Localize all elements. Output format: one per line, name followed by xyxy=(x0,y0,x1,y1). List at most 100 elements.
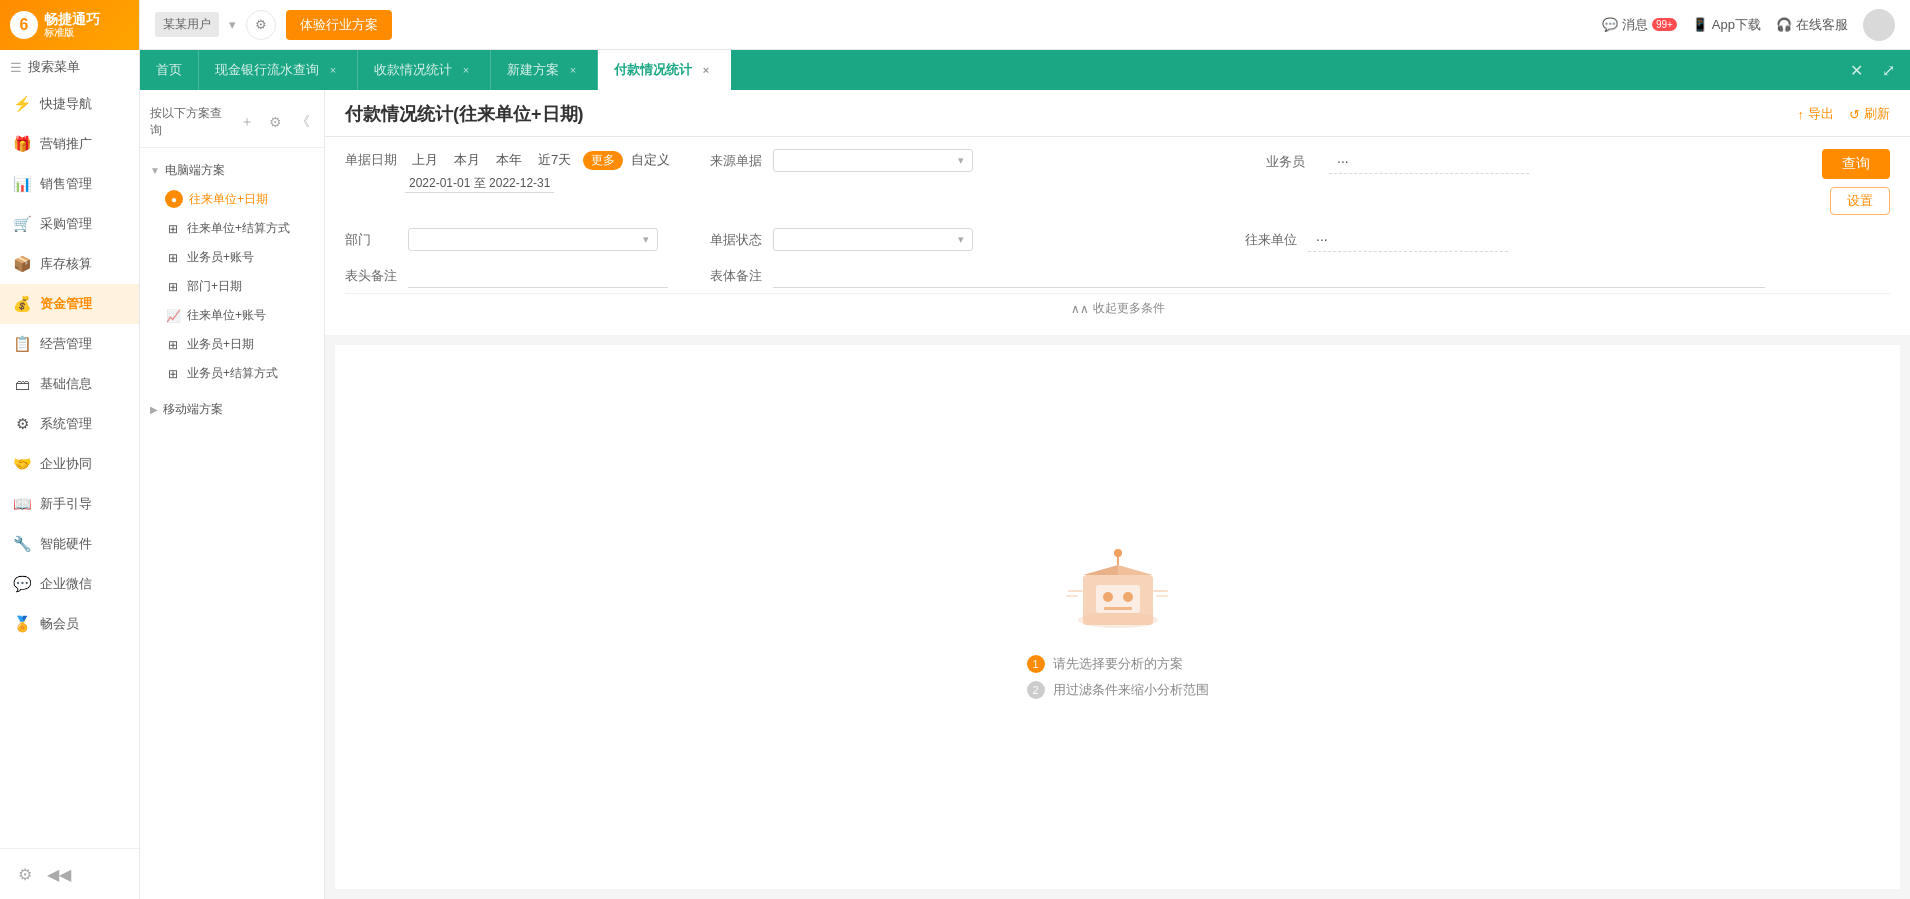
head-note-label: 表头备注 xyxy=(345,267,400,285)
scheme-item-staff-settle[interactable]: ⊞ 业务员+结算方式 xyxy=(140,359,324,388)
tab-bank[interactable]: 现金银行流水查询 × xyxy=(199,50,358,90)
page-title-actions: ↑ 导出 ↺ 刷新 xyxy=(1798,105,1891,123)
empty-tip-2: 2 用过滤条件来缩小分析范围 xyxy=(1027,681,1209,699)
staff-input[interactable]: ··· xyxy=(1329,149,1529,174)
scheme-item-staff-date[interactable]: ⊞ 业务员+日期 xyxy=(140,330,324,359)
sidebar-footer: ⚙ ◀◀ xyxy=(0,848,139,899)
search-menu[interactable]: ☰ 搜索菜单 xyxy=(0,50,139,84)
tip-num-1: 1 xyxy=(1027,655,1045,673)
online-service-btn[interactable]: 🎧 在线客服 xyxy=(1776,16,1848,34)
sidebar-item-enterprise[interactable]: 🤝 企业协同 xyxy=(0,444,139,484)
sidebar-item-system[interactable]: ⚙ 系统管理 xyxy=(0,404,139,444)
scheme-grid-icon-4: ⊞ xyxy=(165,337,181,353)
trial-btn[interactable]: 体验行业方案 xyxy=(286,10,392,40)
svg-rect-10 xyxy=(1068,590,1083,592)
svg-rect-11 xyxy=(1066,595,1078,597)
doc-status-select[interactable]: ▾ xyxy=(773,228,973,251)
footer-settings-btn[interactable]: ⚙ xyxy=(10,859,40,889)
scheme-grid-icon-1: ⊞ xyxy=(165,221,181,237)
guide-icon: 📖 xyxy=(12,494,32,514)
collapse-arrow-icon: ∧∧ xyxy=(1071,302,1089,316)
scheme-item-unit-account[interactable]: 📈 往来单位+账号 xyxy=(140,301,324,330)
scheme-item-dept-date[interactable]: ⊞ 部门+日期 xyxy=(140,272,324,301)
date-this-month[interactable]: 本月 xyxy=(450,149,484,171)
tab-new-scheme[interactable]: 新建方案 × xyxy=(491,50,598,90)
page-header: 付款情况统计(往来单位+日期) ↑ 导出 ↺ 刷新 xyxy=(325,90,1910,137)
source-select[interactable]: ▾ xyxy=(773,149,973,172)
page-title-row: 付款情况统计(往来单位+日期) ↑ 导出 ↺ 刷新 xyxy=(345,102,1890,136)
topbar-settings-btn[interactable]: ⚙ xyxy=(246,10,276,40)
tab-receipt-close[interactable]: × xyxy=(458,62,474,78)
sales-icon: 📊 xyxy=(12,174,32,194)
date-label: 单据日期 xyxy=(345,151,400,169)
sidebar-nav: ⚡ 快捷导航 🎁 营销推广 📊 销售管理 🛒 采购管理 📦 库存核算 💰 资金管… xyxy=(0,84,139,848)
sidebar-item-member[interactable]: 🏅 畅会员 xyxy=(0,604,139,644)
tab-payment-stat[interactable]: 付款情况统计 × xyxy=(598,50,731,90)
sidebar-item-wechat[interactable]: 💬 企业微信 xyxy=(0,564,139,604)
message-btn[interactable]: 💬 消息 99+ xyxy=(1602,16,1677,34)
sidebar-item-sales[interactable]: 📊 销售管理 xyxy=(0,164,139,204)
sidebar-collapse-btn[interactable]: ◀◀ xyxy=(44,859,74,889)
active-scheme-dot: ● xyxy=(165,190,183,208)
sidebar-item-hardware[interactable]: 🔧 智能硬件 xyxy=(0,524,139,564)
date-custom-btn[interactable]: 自定义 xyxy=(631,151,670,169)
desktop-scheme-header[interactable]: ▼ 电脑端方案 xyxy=(140,157,324,184)
left-panel-title: 按以下方案查询 xyxy=(150,105,230,139)
left-panel: 按以下方案查询 ＋ ⚙ 《 ▼ 电脑端方案 ● 往来单位+日期 ⊞ 往来单位+结… xyxy=(140,90,325,899)
scheme-item-unit-date[interactable]: ● 往来单位+日期 xyxy=(140,184,324,214)
date-7days[interactable]: 近7天 xyxy=(534,149,575,171)
app-download-btn[interactable]: 📱 App下载 xyxy=(1692,16,1761,34)
mobile-scheme-header[interactable]: ▶ 移动端方案 xyxy=(140,396,324,423)
wechat-icon: 💬 xyxy=(12,574,32,594)
purchase-icon: 🛒 xyxy=(12,214,32,234)
sidebar-item-marketing[interactable]: 🎁 营销推广 xyxy=(0,124,139,164)
head-note-input[interactable] xyxy=(408,264,668,288)
panel-collapse-btn[interactable]: 《 xyxy=(292,111,314,133)
sidebar-item-basic[interactable]: 🗃 基础信息 xyxy=(0,364,139,404)
date-range-display[interactable]: 2022-01-01 至 2022-12-31 xyxy=(405,174,554,193)
date-this-year[interactable]: 本年 xyxy=(492,149,526,171)
dept-select[interactable]: ▾ xyxy=(408,228,658,251)
filter-settings-btn[interactable]: 设置 xyxy=(1830,187,1890,215)
query-btn[interactable]: 查询 xyxy=(1822,149,1890,179)
capital-icon: 💰 xyxy=(12,294,32,314)
export-btn[interactable]: ↑ 导出 xyxy=(1798,105,1835,123)
desktop-arrow-icon: ▼ xyxy=(150,165,160,176)
scheme-item-staff-account[interactable]: ⊞ 业务员+账号 xyxy=(140,243,324,272)
source-label: 来源单据 xyxy=(710,152,765,170)
tab-expand-btn[interactable]: ⤢ xyxy=(1876,58,1900,82)
left-panel-header: 按以下方案查询 ＋ ⚙ 《 xyxy=(140,100,324,148)
partner-input[interactable]: ··· xyxy=(1308,227,1508,252)
tab-home[interactable]: 首页 xyxy=(140,50,199,90)
tab-new-scheme-close[interactable]: × xyxy=(565,62,581,78)
basic-icon: 🗃 xyxy=(12,374,32,394)
sidebar-item-capital[interactable]: 💰 资金管理 xyxy=(0,284,139,324)
tab-bank-close[interactable]: × xyxy=(325,62,341,78)
user-avatar[interactable] xyxy=(1863,9,1895,41)
scheme-settings-btn[interactable]: ⚙ xyxy=(264,111,286,133)
topbar-dropdown-arrow[interactable]: ▾ xyxy=(229,17,236,32)
tab-close-all-btn[interactable]: ✕ xyxy=(1844,58,1868,82)
collapse-btn[interactable]: ∧∧ 收起更多条件 xyxy=(345,293,1890,323)
add-scheme-btn[interactable]: ＋ xyxy=(236,111,258,133)
empty-tips: 1 请先选择要分析的方案 2 用过滤条件来缩小分析范围 xyxy=(1027,655,1209,699)
sidebar-item-inventory[interactable]: 📦 库存核算 xyxy=(0,244,139,284)
sidebar-item-business[interactable]: 📋 经营管理 xyxy=(0,324,139,364)
body-note-input[interactable] xyxy=(773,264,1765,288)
quick-nav-icon: ⚡ xyxy=(12,94,32,114)
date-more-btn[interactable]: 更多 xyxy=(583,151,623,170)
scheme-item-unit-settle[interactable]: ⊞ 往来单位+结算方式 xyxy=(140,214,324,243)
sidebar-item-guide[interactable]: 📖 新手引导 xyxy=(0,484,139,524)
page-content: 按以下方案查询 ＋ ⚙ 《 ▼ 电脑端方案 ● 往来单位+日期 ⊞ 往来单位+结… xyxy=(140,90,1910,899)
tab-receipt[interactable]: 收款情况统计 × xyxy=(358,50,491,90)
empty-state: 1 请先选择要分析的方案 2 用过滤条件来缩小分析范围 xyxy=(335,345,1900,889)
sidebar-item-quick-nav[interactable]: ⚡ 快捷导航 xyxy=(0,84,139,124)
mobile-scheme-group: ▶ 移动端方案 xyxy=(140,392,324,427)
main-content: 某某用户 ▾ ⚙ 体验行业方案 💬 消息 99+ 📱 App下载 🎧 在线客服 xyxy=(140,0,1910,899)
tab-payment-stat-close[interactable]: × xyxy=(698,62,714,78)
refresh-btn[interactable]: ↺ 刷新 xyxy=(1849,105,1890,123)
sidebar-item-purchase[interactable]: 🛒 采购管理 xyxy=(0,204,139,244)
right-content: 付款情况统计(往来单位+日期) ↑ 导出 ↺ 刷新 xyxy=(325,90,1910,899)
date-last-month[interactable]: 上月 xyxy=(408,149,442,171)
business-icon: 📋 xyxy=(12,334,32,354)
